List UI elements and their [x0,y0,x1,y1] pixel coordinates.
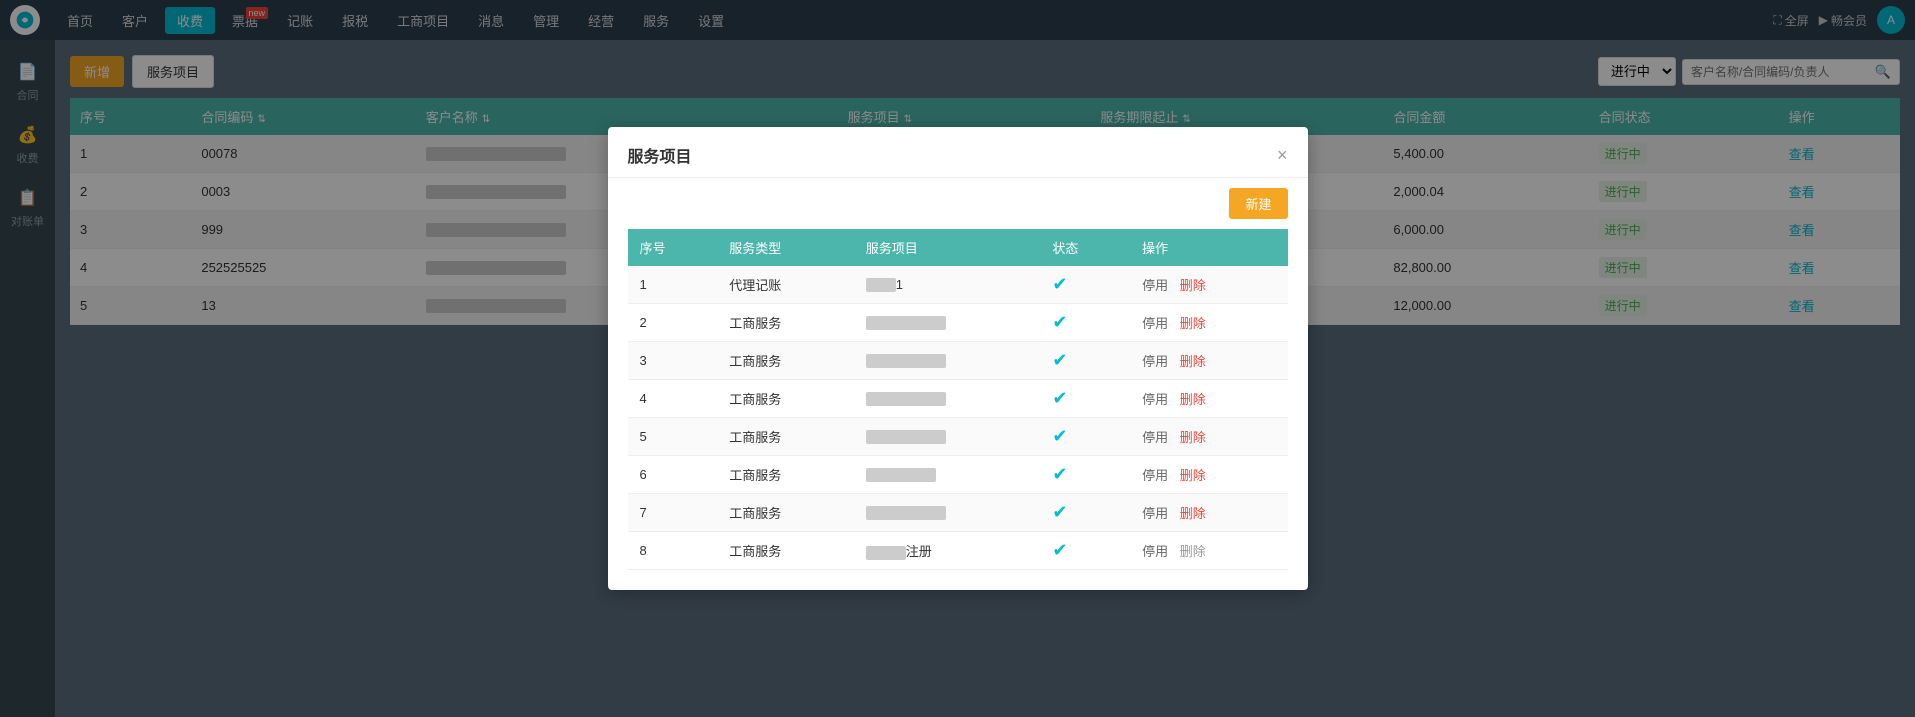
cell-modal-action: 停用 删除 [1130,494,1287,532]
status-check-icon: ✔ [1052,388,1067,408]
modal-overlay[interactable]: 服务项目 × 新建 序号 服务类型 服务项目 状态 操作 1 代理记账 1 [0,0,1915,717]
delete-button[interactable]: 删除 [1180,278,1206,293]
cell-modal-action: 停用 删除 [1130,304,1287,342]
list-item: 1 代理记账 1 ✔ 停用 删除 [628,266,1288,304]
stop-button[interactable]: 停用 [1142,392,1168,407]
cell-modal-type: 工商服务 [717,380,853,418]
stop-button[interactable]: 停用 [1142,354,1168,369]
stop-button[interactable]: 停用 [1142,278,1168,293]
status-check-icon: ✔ [1052,350,1067,370]
status-check-icon: ✔ [1052,464,1067,484]
delete-button[interactable]: 删除 [1180,506,1206,521]
cell-modal-type: 代理记账 [717,266,853,304]
modal-col-item: 服务项目 [854,229,1041,266]
delete-button[interactable]: 删除 [1180,468,1206,483]
cell-modal-type: 工商服务 [717,304,853,342]
modal-toolbar: 新建 [608,178,1308,229]
cell-modal-action: 停用 删除 [1130,418,1287,456]
cell-modal-item [854,304,1041,342]
list-item: 3 工商服务 ✔ 停用 删除 [628,342,1288,380]
cell-modal-status: ✔ [1040,342,1130,380]
cell-modal-action: 停用 删除 [1130,456,1287,494]
stop-button[interactable]: 停用 [1142,316,1168,331]
status-check-icon: ✔ [1052,502,1067,522]
modal-col-seq: 序号 [628,229,718,266]
cell-modal-status: ✔ [1040,380,1130,418]
cell-modal-type: 工商服务 [717,494,853,532]
cell-modal-item [854,456,1041,494]
cell-modal-status: ✔ [1040,456,1130,494]
cell-modal-status: ✔ [1040,494,1130,532]
status-check-icon: ✔ [1052,312,1067,332]
cell-modal-action: 停用 删除 [1130,342,1287,380]
modal-header: 服务项目 × [608,127,1308,178]
cell-modal-seq: 1 [628,266,718,304]
list-item: 7 工商服务 ✔ 停用 删除 [628,494,1288,532]
cell-modal-seq: 4 [628,380,718,418]
cell-modal-seq: 5 [628,418,718,456]
modal-col-status: 状态 [1040,229,1130,266]
delete-button[interactable]: 删除 [1180,392,1206,407]
cell-modal-action: 停用 删除 [1130,266,1287,304]
delete-button[interactable]: 删除 [1180,354,1206,369]
delete-button[interactable]: 删除 [1180,544,1206,559]
delete-button[interactable]: 删除 [1180,430,1206,445]
cell-modal-type: 工商服务 [717,418,853,456]
cell-modal-item [854,418,1041,456]
stop-button[interactable]: 停用 [1142,544,1168,559]
status-check-icon: ✔ [1052,426,1067,446]
cell-modal-item [854,342,1041,380]
cell-modal-status: ✔ [1040,418,1130,456]
cell-modal-item: 注册 [854,532,1041,570]
list-item: 8 工商服务 注册 ✔ 停用 删除 [628,532,1288,570]
modal-table-header-row: 序号 服务类型 服务项目 状态 操作 [628,229,1288,266]
service-items-modal: 服务项目 × 新建 序号 服务类型 服务项目 状态 操作 1 代理记账 1 [608,127,1308,590]
modal-close-button[interactable]: × [1277,146,1288,164]
cell-modal-type: 工商服务 [717,456,853,494]
modal-new-button[interactable]: 新建 [1229,188,1287,219]
status-check-icon: ✔ [1052,274,1067,294]
cell-modal-seq: 8 [628,532,718,570]
modal-col-action: 操作 [1130,229,1287,266]
modal-title: 服务项目 [628,143,692,167]
cell-modal-status: ✔ [1040,304,1130,342]
cell-modal-seq: 3 [628,342,718,380]
cell-modal-seq: 6 [628,456,718,494]
service-items-table: 序号 服务类型 服务项目 状态 操作 1 代理记账 1 ✔ 停用 删除 2 工商… [628,229,1288,570]
cell-modal-action: 停用 删除 [1130,532,1287,570]
modal-body: 序号 服务类型 服务项目 状态 操作 1 代理记账 1 ✔ 停用 删除 2 工商… [608,229,1308,590]
status-check-icon: ✔ [1052,540,1067,560]
stop-button[interactable]: 停用 [1142,468,1168,483]
cell-modal-item [854,494,1041,532]
modal-col-type: 服务类型 [717,229,853,266]
delete-button[interactable]: 删除 [1180,316,1206,331]
stop-button[interactable]: 停用 [1142,430,1168,445]
cell-modal-status: ✔ [1040,532,1130,570]
cell-modal-type: 工商服务 [717,342,853,380]
list-item: 5 工商服务 ✔ 停用 删除 [628,418,1288,456]
cell-modal-type: 工商服务 [717,532,853,570]
list-item: 2 工商服务 ✔ 停用 删除 [628,304,1288,342]
stop-button[interactable]: 停用 [1142,506,1168,521]
list-item: 6 工商服务 ✔ 停用 删除 [628,456,1288,494]
cell-modal-status: ✔ [1040,266,1130,304]
cell-modal-seq: 7 [628,494,718,532]
cell-modal-seq: 2 [628,304,718,342]
cell-modal-action: 停用 删除 [1130,380,1287,418]
cell-modal-item [854,380,1041,418]
cell-modal-item: 1 [854,266,1041,304]
list-item: 4 工商服务 ✔ 停用 删除 [628,380,1288,418]
